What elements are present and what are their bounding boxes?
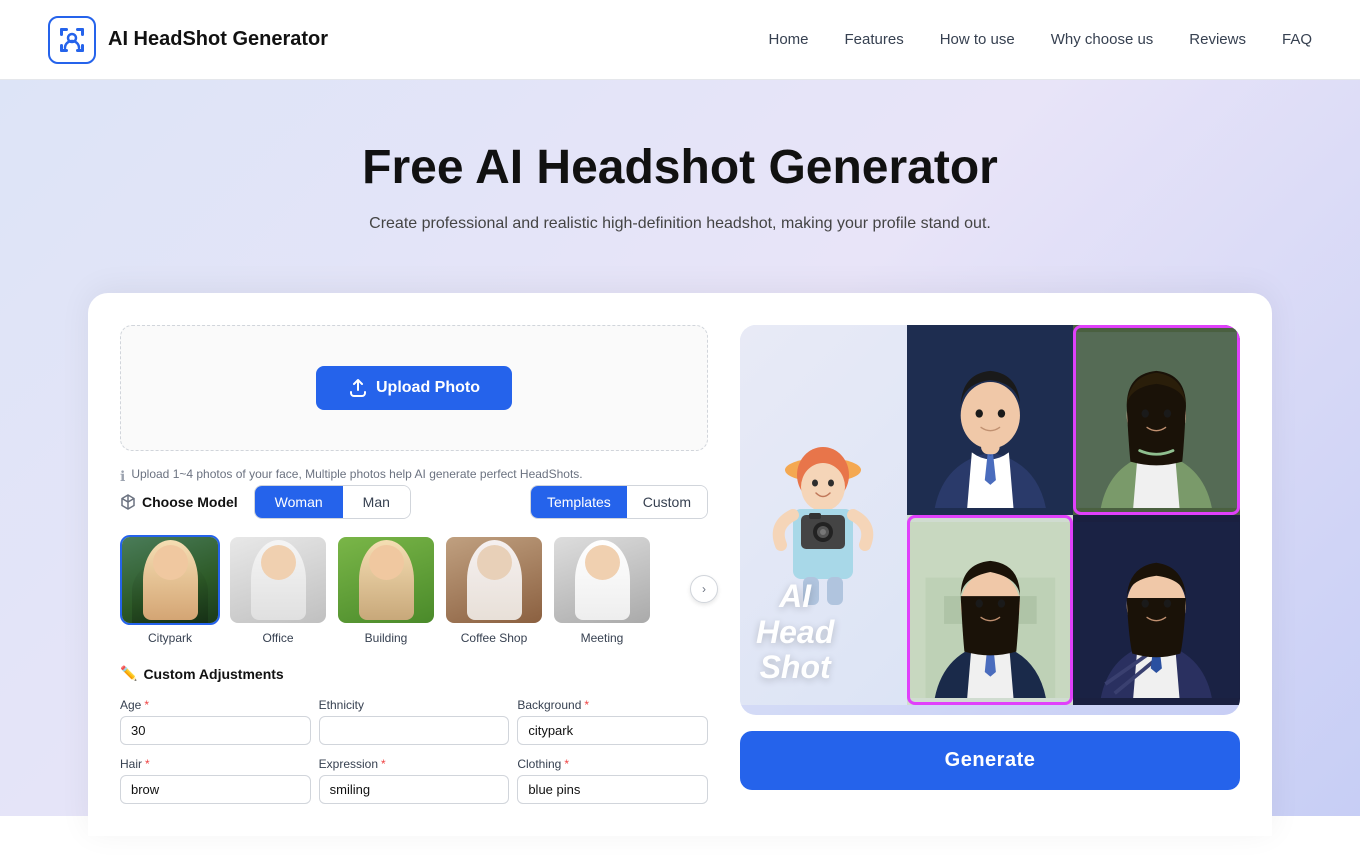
carousel-thumb-meeting bbox=[552, 535, 652, 625]
nav-link-why-choose[interactable]: Why choose us bbox=[1051, 31, 1154, 48]
hair-input[interactable] bbox=[120, 775, 311, 804]
background-input[interactable] bbox=[517, 716, 708, 745]
model-label: Choose Model bbox=[120, 494, 238, 510]
custom-adj-title: ✏️ Custom Adjustments bbox=[120, 665, 708, 682]
carousel-item-office[interactable]: Office bbox=[228, 535, 328, 645]
nav-title: AI HeadShot Generator bbox=[108, 28, 328, 51]
adj-age-field: Age * bbox=[120, 698, 311, 745]
ethnicity-label: Ethnicity bbox=[319, 698, 510, 712]
preview-person-5 bbox=[1073, 515, 1240, 705]
cube-icon bbox=[120, 494, 136, 510]
template-templates-btn[interactable]: Templates bbox=[531, 486, 627, 518]
model-toggle: Woman Man bbox=[254, 485, 411, 519]
ethnicity-input[interactable] bbox=[319, 716, 510, 745]
expression-required: * bbox=[381, 757, 386, 771]
preview-person-4 bbox=[907, 515, 1074, 705]
preview-cell-4 bbox=[907, 515, 1074, 705]
carousel-wrap: Citypark Office bbox=[120, 535, 708, 645]
adj-ethnicity-field: Ethnicity bbox=[319, 698, 510, 745]
upload-button[interactable]: Upload Photo bbox=[316, 366, 512, 410]
carousel-label-meeting: Meeting bbox=[581, 631, 624, 645]
age-label: Age * bbox=[120, 698, 311, 712]
preview-cell-1: AIHeadShot bbox=[740, 325, 907, 705]
carousel-thumb-building bbox=[336, 535, 436, 625]
model-row: Choose Model Woman Man Templates Custom bbox=[120, 485, 708, 519]
preview-cell-2 bbox=[907, 325, 1074, 515]
carousel-item-meeting[interactable]: Meeting bbox=[552, 535, 652, 645]
clothing-input[interactable] bbox=[517, 775, 708, 804]
nav-link-reviews[interactable]: Reviews bbox=[1189, 31, 1246, 48]
hair-label: Hair * bbox=[120, 757, 311, 771]
background-required: * bbox=[584, 698, 589, 712]
upload-hint: ℹ Upload 1~4 photos of your face, Multip… bbox=[120, 467, 708, 485]
carousel-label-office: Office bbox=[262, 631, 293, 645]
info-icon: ℹ bbox=[120, 468, 125, 485]
main-card: Upload Photo ℹ Upload 1~4 photos of your… bbox=[88, 293, 1272, 836]
left-panel: Upload Photo ℹ Upload 1~4 photos of your… bbox=[120, 325, 708, 804]
background-label: Background * bbox=[517, 698, 708, 712]
navbar: AI HeadShot Generator Home Features How … bbox=[0, 0, 1360, 80]
clothing-required: * bbox=[564, 757, 569, 771]
carousel-label-citypark: Citypark bbox=[148, 631, 192, 645]
custom-adjustments-section: ✏️ Custom Adjustments Age * bbox=[120, 665, 708, 804]
adj-grid: Age * Ethnicity bbox=[120, 698, 708, 804]
adj-hair-field: Hair * bbox=[120, 757, 311, 804]
expression-label: Expression * bbox=[319, 757, 510, 771]
nav-link-faq[interactable]: FAQ bbox=[1282, 31, 1312, 48]
preview-grid: AIHeadShot bbox=[740, 325, 1240, 715]
expression-input[interactable] bbox=[319, 775, 510, 804]
hair-required: * bbox=[145, 757, 150, 771]
age-required: * bbox=[144, 698, 149, 712]
model-woman-btn[interactable]: Woman bbox=[255, 486, 343, 518]
adj-expression-field: Expression * bbox=[319, 757, 510, 804]
preview-person-3 bbox=[1073, 325, 1240, 515]
carousel: Citypark Office bbox=[120, 535, 708, 645]
preview-cell-5 bbox=[1073, 515, 1240, 705]
preview-cell-3 bbox=[1073, 325, 1240, 515]
age-input[interactable] bbox=[120, 716, 311, 745]
hero-title: Free AI Headshot Generator bbox=[48, 140, 1312, 195]
template-custom-btn[interactable]: Custom bbox=[627, 486, 707, 518]
hero-subtitle: Create professional and realistic high-d… bbox=[48, 215, 1312, 233]
clothing-label: Clothing * bbox=[517, 757, 708, 771]
preview-person-2 bbox=[907, 325, 1074, 515]
pencil-icon: ✏️ bbox=[120, 665, 137, 682]
nav-logo bbox=[48, 16, 96, 64]
adj-clothing-field: Clothing * bbox=[517, 757, 708, 804]
generate-button[interactable]: Generate bbox=[740, 731, 1240, 790]
model-man-btn[interactable]: Man bbox=[343, 486, 410, 518]
nav-link-how-to-use[interactable]: How to use bbox=[940, 31, 1015, 48]
nav-link-home[interactable]: Home bbox=[768, 31, 808, 48]
template-toggle: Templates Custom bbox=[530, 485, 708, 519]
carousel-label-building: Building bbox=[365, 631, 408, 645]
nav-link-features[interactable]: Features bbox=[845, 31, 904, 48]
carousel-item-building[interactable]: Building bbox=[336, 535, 436, 645]
carousel-item-citypark[interactable]: Citypark bbox=[120, 535, 220, 645]
carousel-thumb-office bbox=[228, 535, 328, 625]
right-panel: AIHeadShot bbox=[740, 325, 1240, 804]
carousel-item-coffee[interactable]: Coffee Shop bbox=[444, 535, 544, 645]
upload-icon bbox=[348, 378, 368, 398]
nav-brand: AI HeadShot Generator bbox=[48, 16, 328, 64]
hero-section: Free AI Headshot Generator Create profes… bbox=[0, 80, 1360, 816]
nav-links: Home Features How to use Why choose us R… bbox=[768, 31, 1312, 48]
carousel-thumb-coffee bbox=[444, 535, 544, 625]
ai-text: AIHeadShot bbox=[756, 579, 834, 685]
upload-area: Upload Photo bbox=[120, 325, 708, 451]
carousel-thumb-citypark bbox=[120, 535, 220, 625]
carousel-label-coffee: Coffee Shop bbox=[461, 631, 528, 645]
adj-background-field: Background * bbox=[517, 698, 708, 745]
carousel-next-arrow[interactable]: › bbox=[690, 575, 718, 603]
